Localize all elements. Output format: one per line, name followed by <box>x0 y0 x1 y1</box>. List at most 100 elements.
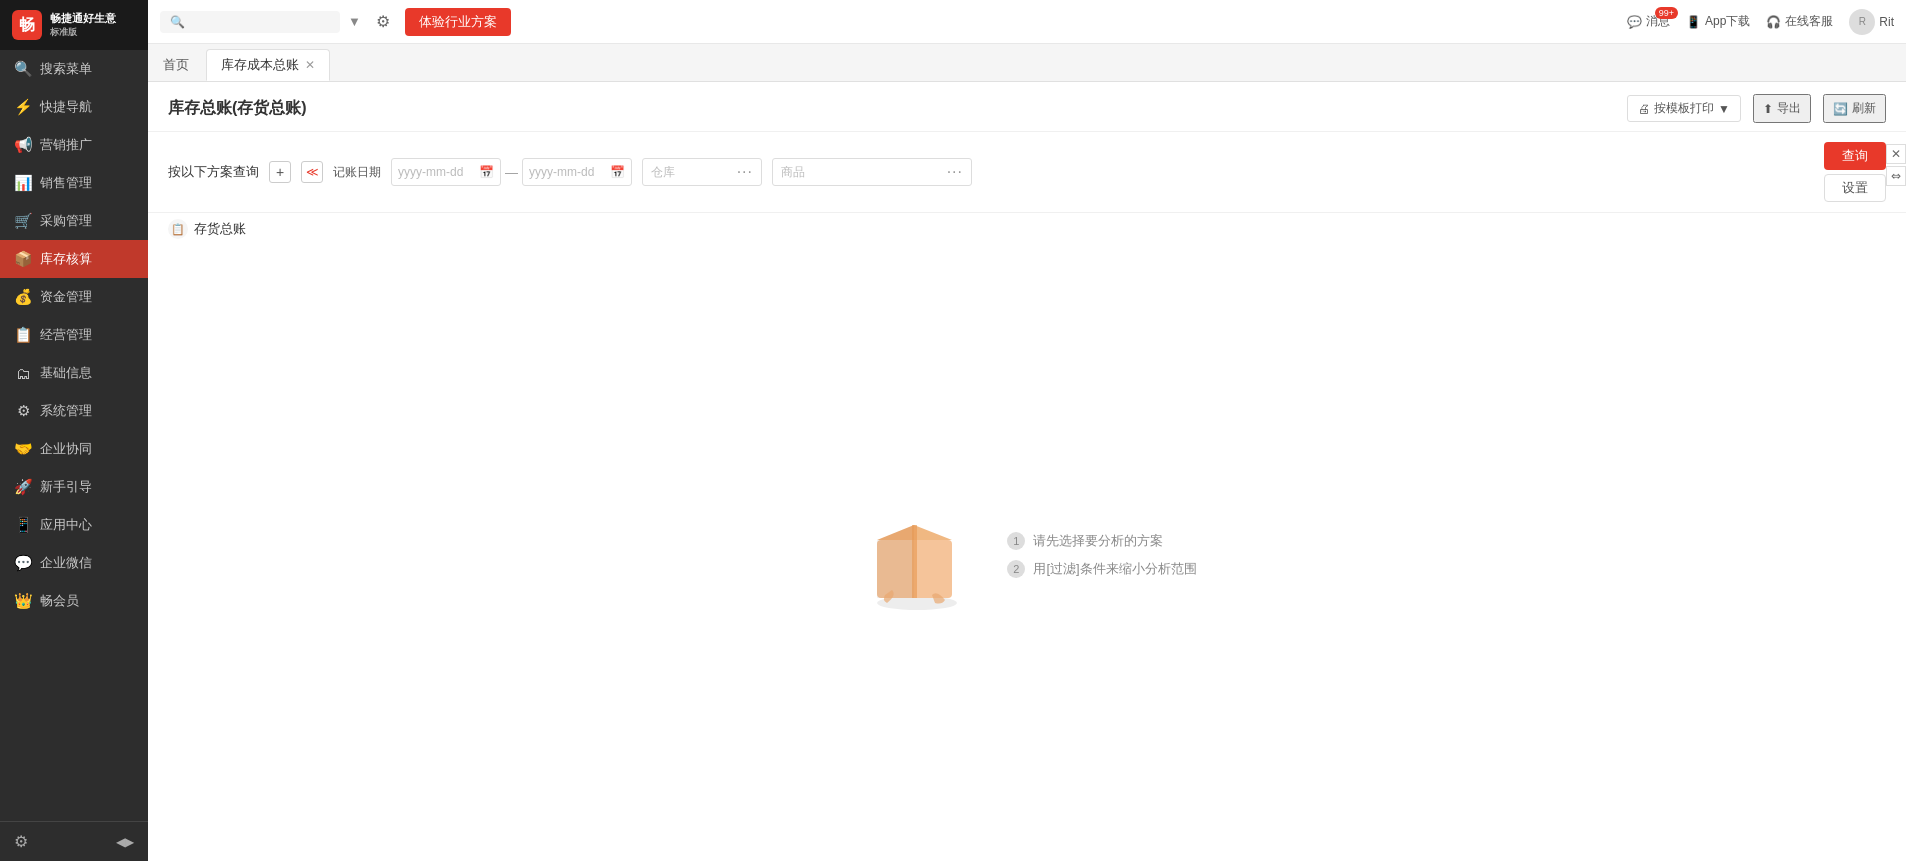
warehouse-placeholder: 仓库 <box>651 164 675 181</box>
panel-controls: ✕ ⇔ <box>1886 144 1906 186</box>
empty-illustration <box>857 495 977 615</box>
export-label: 导出 <box>1777 100 1801 117</box>
template-print-button[interactable]: 🖨 按模板打印 ▼ <box>1627 95 1741 122</box>
export-icon: ⬆ <box>1763 102 1773 116</box>
sidebar-item-search[interactable]: 🔍 搜索菜单 <box>0 50 148 88</box>
content-wrapper: 库存总账(存货总账) 🖨 按模板打印 ▼ ⬆ 导出 🔄 刷新 <box>148 82 1906 861</box>
page-header-actions: 🖨 按模板打印 ▼ ⬆ 导出 🔄 刷新 <box>1627 94 1886 123</box>
sidebar-item-coop[interactable]: 🤝 企业协同 <box>0 430 148 468</box>
capital-icon: 💰 <box>14 288 32 306</box>
date-end-input[interactable]: yyyy-mm-dd 📅 <box>522 158 632 186</box>
app-download-button[interactable]: 📱 App下载 <box>1686 13 1750 30</box>
sidebar-item-capital[interactable]: 💰 资金管理 <box>0 278 148 316</box>
industry-btn[interactable]: 体验行业方案 <box>405 8 511 36</box>
scheme-label: 存货总账 <box>194 220 246 238</box>
inventory-icon: 📦 <box>14 250 32 268</box>
wechat-icon: 💬 <box>14 554 32 572</box>
sidebar-item-label: 资金管理 <box>40 288 92 306</box>
right-actions: 查询 设置 <box>1824 142 1886 202</box>
appcenter-icon: 📱 <box>14 516 32 534</box>
sidebar-item-label: 畅会员 <box>40 592 79 610</box>
hint-num-1: 1 <box>1007 532 1025 550</box>
tab-close-icon[interactable]: ✕ <box>305 58 315 72</box>
refresh-button[interactable]: 🔄 刷新 <box>1823 94 1886 123</box>
topbar-chevron-icon[interactable]: ▼ <box>348 14 361 29</box>
sidebar-item-marketing[interactable]: 📢 营销推广 <box>0 126 148 164</box>
sidebar-item-guide[interactable]: 🚀 新手引导 <box>0 468 148 506</box>
date-start-input[interactable]: yyyy-mm-dd 📅 <box>391 158 501 186</box>
refresh-label: 刷新 <box>1852 100 1876 117</box>
calendar-end-icon[interactable]: 📅 <box>610 165 625 179</box>
refresh-icon: 🔄 <box>1833 102 1848 116</box>
date-end-placeholder: yyyy-mm-dd <box>529 165 594 179</box>
date-separator: — <box>505 165 518 180</box>
guide-icon: 🚀 <box>14 478 32 496</box>
sidebar-item-sales[interactable]: 📊 销售管理 <box>0 164 148 202</box>
sidebar-item-basic[interactable]: 🗂 基础信息 <box>0 354 148 392</box>
query-button[interactable]: 查询 <box>1824 142 1886 170</box>
sidebar-settings-icon[interactable]: ⚙ <box>14 832 28 851</box>
sidebar-collapse-icon[interactable]: ◀▶ <box>116 835 134 849</box>
sales-icon: 📊 <box>14 174 32 192</box>
product-select[interactable]: 商品 ··· <box>772 158 972 186</box>
panel-close-button[interactable]: ✕ <box>1886 144 1906 164</box>
filter-add-button[interactable]: + <box>269 161 291 183</box>
scheme-icon: 📋 <box>168 219 188 239</box>
headset-icon: 🎧 <box>1766 15 1781 29</box>
sidebar-item-inventory[interactable]: 📦 库存核算 <box>0 240 148 278</box>
sidebar-item-label: 快捷导航 <box>40 98 92 116</box>
sidebar-item-label: 企业协同 <box>40 440 92 458</box>
page-title: 库存总账(存货总账) <box>168 98 307 119</box>
topbar-right: 💬 消息 99+ 📱 App下载 🎧 在线客服 R Rit <box>1627 9 1894 35</box>
topbar-gear-button[interactable]: ⚙ <box>369 8 397 36</box>
message-button[interactable]: 💬 消息 99+ <box>1627 13 1670 30</box>
user-avatar: R <box>1849 9 1875 35</box>
sidebar-item-appcenter[interactable]: 📱 应用中心 <box>0 506 148 544</box>
system-icon: ⚙ <box>14 402 32 420</box>
sidebar-item-label: 库存核算 <box>40 250 92 268</box>
member-icon: 👑 <box>14 592 32 610</box>
setting-button[interactable]: 设置 <box>1824 174 1886 202</box>
sidebar-item-member[interactable]: 👑 畅会员 <box>0 582 148 620</box>
empty-hint-2: 2 用[过滤]条件来缩小分析范围 <box>1007 560 1196 578</box>
shortcut-icon: ⚡ <box>14 98 32 116</box>
sidebar-bottom: ⚙ ◀▶ <box>0 821 148 861</box>
tab-home-label: 首页 <box>163 56 189 74</box>
search-icon: 🔍 <box>14 60 32 78</box>
sidebar-item-system[interactable]: ⚙ 系统管理 <box>0 392 148 430</box>
sidebar-item-label: 采购管理 <box>40 212 92 230</box>
topbar-search[interactable]: 🔍 <box>160 11 340 33</box>
warehouse-more-icon: ··· <box>737 163 753 181</box>
date-range: yyyy-mm-dd 📅 — yyyy-mm-dd 📅 <box>391 158 632 186</box>
app-download-label: App下载 <box>1705 13 1750 30</box>
empty-hint-1: 1 请先选择要分析的方案 <box>1007 532 1196 550</box>
online-service-button[interactable]: 🎧 在线客服 <box>1766 13 1833 30</box>
operation-icon: 📋 <box>14 326 32 344</box>
chevron-down-icon: ▼ <box>1718 102 1730 116</box>
logo-icon: 畅 <box>12 10 42 40</box>
online-service-label: 在线客服 <box>1785 13 1833 30</box>
sidebar-item-label: 新手引导 <box>40 478 92 496</box>
sidebar: 畅 畅捷通好生意 标准版 🔍 搜索菜单 ⚡ 快捷导航 📢 营销推广 📊 销售管理… <box>0 0 148 861</box>
app-name: 畅捷通好生意 <box>50 11 116 26</box>
sidebar-item-operation[interactable]: 📋 经营管理 <box>0 316 148 354</box>
sidebar-item-shortcut[interactable]: ⚡ 快捷导航 <box>0 88 148 126</box>
sidebar-item-label: 经营管理 <box>40 326 92 344</box>
sidebar-item-label: 系统管理 <box>40 402 92 420</box>
calendar-start-icon[interactable]: 📅 <box>479 165 494 179</box>
svg-rect-2 <box>877 540 914 598</box>
sidebar-item-wechat[interactable]: 💬 企业微信 <box>0 544 148 582</box>
sidebar-item-purchase[interactable]: 🛒 采购管理 <box>0 202 148 240</box>
empty-text: 1 请先选择要分析的方案 2 用[过滤]条件来缩小分析范围 <box>1007 532 1196 578</box>
panel-expand-button[interactable]: ⇔ <box>1886 166 1906 186</box>
filter-collapse-button[interactable]: ≪ <box>301 161 323 183</box>
export-button[interactable]: ⬆ 导出 <box>1753 94 1811 123</box>
tab-inventory-cost[interactable]: 库存成本总账 ✕ <box>206 49 330 81</box>
tab-home[interactable]: 首页 <box>148 49 204 81</box>
warehouse-select[interactable]: 仓库 ··· <box>642 158 762 186</box>
sidebar-item-label: 营销推广 <box>40 136 92 154</box>
purchase-icon: 🛒 <box>14 212 32 230</box>
date-field-label: 记账日期 <box>333 164 381 181</box>
user-profile[interactable]: R Rit <box>1849 9 1894 35</box>
phone-icon: 📱 <box>1686 15 1701 29</box>
